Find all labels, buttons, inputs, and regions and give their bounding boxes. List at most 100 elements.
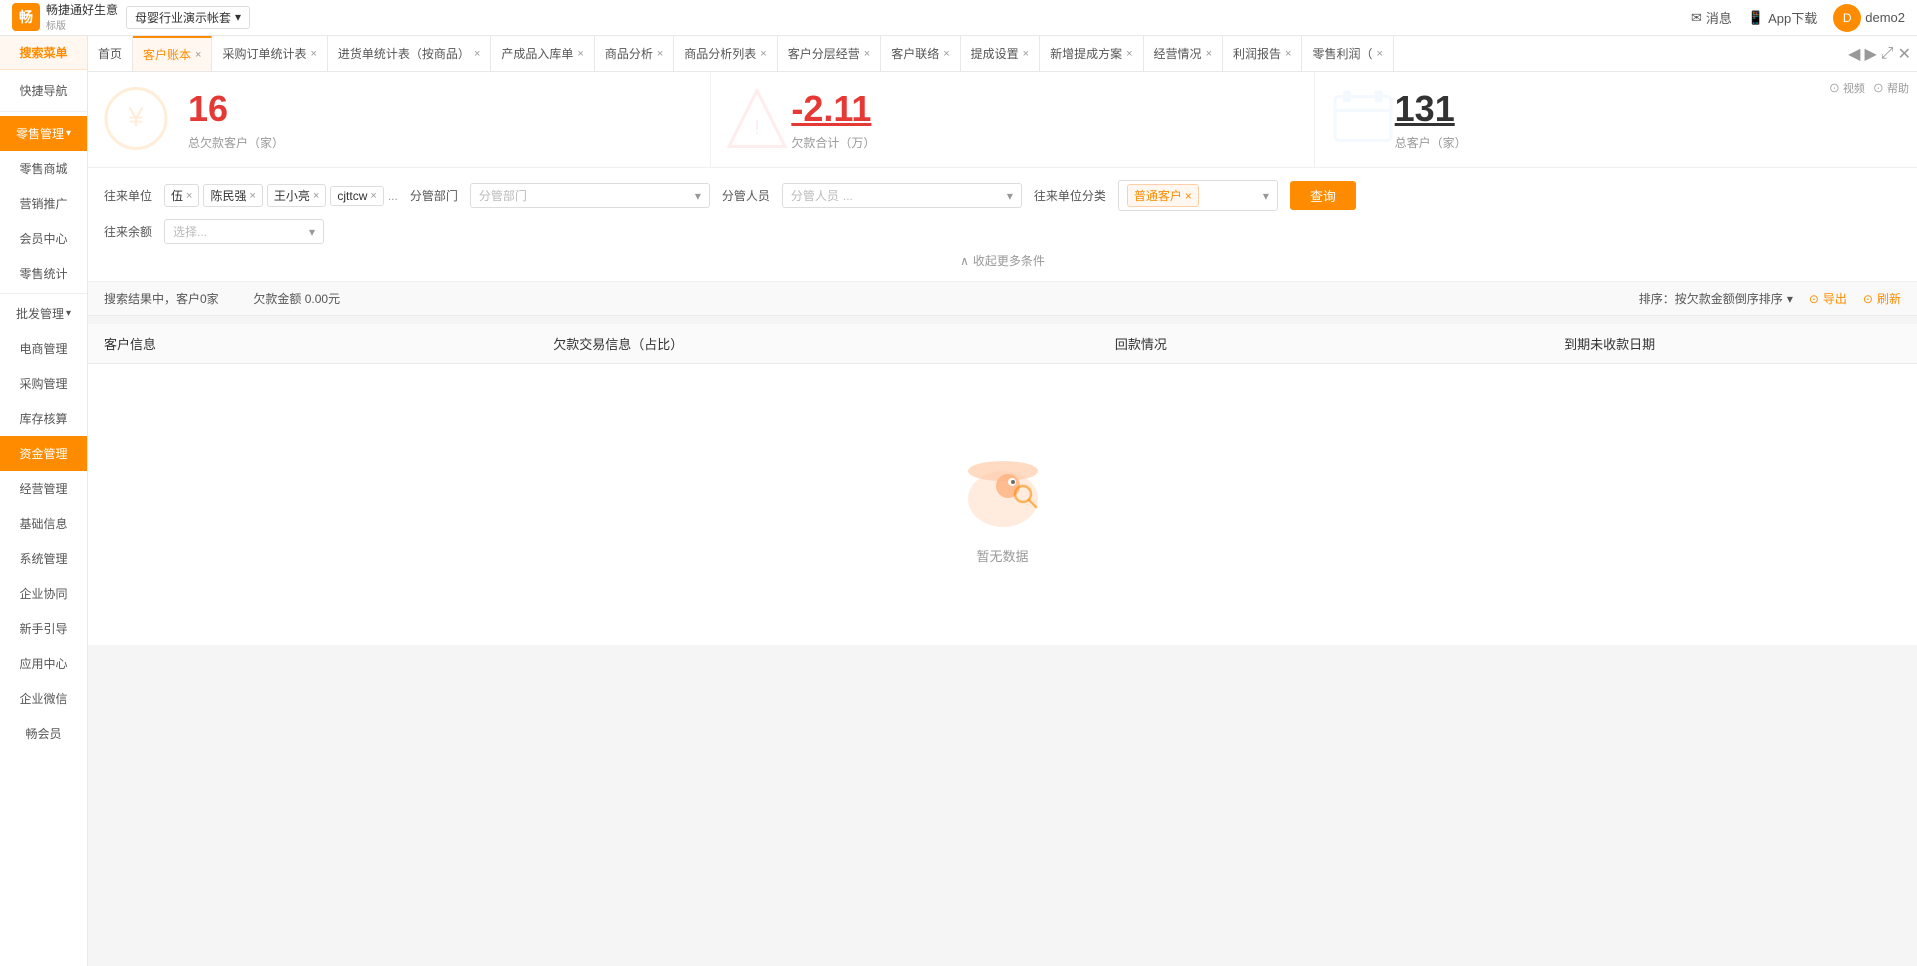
tab-goods-analysis-list[interactable]: 商品分析列表 × bbox=[674, 36, 777, 72]
tab-operation[interactable]: 经营情况 × bbox=[1144, 36, 1223, 72]
filter-more-btn[interactable]: ... bbox=[388, 189, 398, 203]
close-icon[interactable]: × bbox=[657, 48, 663, 60]
dept-placeholder: 分管部门 bbox=[479, 187, 527, 204]
close-icon[interactable]: × bbox=[1376, 48, 1382, 60]
col-overdue-date: 到期未收款日期 bbox=[1564, 334, 1901, 353]
sidebar-item-retail-mgmt[interactable]: 零售管理 ▾ bbox=[0, 116, 87, 151]
sidebar-item-label: 企业协同 bbox=[19, 585, 67, 602]
tab-customer-tier[interactable]: 客户分层经营 × bbox=[778, 36, 881, 72]
sidebar-item-app-center[interactable]: 应用中心 bbox=[0, 646, 87, 681]
person-more: ... bbox=[843, 189, 853, 203]
unit-filter-label: 往来单位 bbox=[104, 187, 152, 204]
close-icon[interactable]: × bbox=[943, 48, 949, 60]
tab-close-all-icon[interactable]: ✕ bbox=[1898, 44, 1911, 64]
filter-tag-label: cjttcw bbox=[337, 189, 367, 203]
close-icon[interactable]: × bbox=[864, 48, 870, 60]
person-placeholder: 分管人员 bbox=[791, 187, 839, 204]
close-icon[interactable]: × bbox=[1206, 48, 1212, 60]
sidebar-item-wholesale[interactable]: 批发管理 ▾ bbox=[0, 296, 87, 331]
tab-purchase-order[interactable]: 采购订单统计表 × bbox=[212, 36, 327, 72]
close-icon[interactable]: × bbox=[577, 48, 583, 60]
person-select[interactable]: 分管人员 ... ▾ bbox=[782, 183, 1022, 208]
sidebar-item-retail-stat[interactable]: 零售统计 bbox=[0, 256, 87, 291]
messages-button[interactable]: ✉ 消息 bbox=[1691, 8, 1732, 27]
close-icon[interactable]: × bbox=[1126, 48, 1132, 60]
svg-text:!: ! bbox=[755, 117, 761, 139]
export-label: 导出 bbox=[1823, 290, 1847, 307]
sidebar-item-newbie[interactable]: 新手引导 bbox=[0, 611, 87, 646]
export-button[interactable]: ⊙ 导出 bbox=[1809, 290, 1847, 307]
sort-select[interactable]: 排序：按欠款金额倒序排序 ▾ bbox=[1639, 290, 1793, 307]
filter-tag-close-icon[interactable]: × bbox=[186, 190, 192, 202]
filter-area: 往来单位 伍 × 陈民强 × 王小亮 × bbox=[88, 168, 1917, 282]
tab-profit[interactable]: 利润报告 × bbox=[1223, 36, 1302, 72]
store-selector[interactable]: 母婴行业演示帐套 ▾ bbox=[126, 6, 250, 29]
refresh-button[interactable]: ⊙ 刷新 bbox=[1863, 290, 1901, 307]
video-help-button[interactable]: ⊙ 视频 bbox=[1829, 80, 1865, 96]
sidebar-item-marketing[interactable]: 营销推广 bbox=[0, 186, 87, 221]
sidebar-item-member[interactable]: 会员中心 bbox=[0, 221, 87, 256]
close-icon[interactable]: × bbox=[1285, 48, 1291, 60]
app-download-button[interactable]: 📱 App下载 bbox=[1748, 8, 1817, 27]
sidebar-item-retail-mall[interactable]: 零售商城 bbox=[0, 151, 87, 186]
tab-expand-icon[interactable]: ⤢ bbox=[1881, 45, 1894, 63]
table-header: 客户信息 欠款交易信息（占比） 回款情况 到期未收款日期 bbox=[88, 324, 1917, 364]
close-icon[interactable]: × bbox=[195, 49, 201, 61]
sidebar-item-ecommerce[interactable]: 电商管理 bbox=[0, 331, 87, 366]
close-icon[interactable]: × bbox=[760, 48, 766, 60]
tab-raise-setting[interactable]: 提成设置 × bbox=[961, 36, 1040, 72]
collapse-btn[interactable]: ∧ 收起更多条件 bbox=[104, 252, 1901, 269]
sidebar-item-label: 采购管理 bbox=[19, 375, 67, 392]
filter-tag-close-icon[interactable]: × bbox=[313, 190, 319, 202]
tab-customer-contact[interactable]: 客户联络 × bbox=[881, 36, 960, 72]
sidebar-item-finance[interactable]: 资金管理 bbox=[0, 436, 87, 471]
sidebar-item-system[interactable]: 系统管理 bbox=[0, 541, 87, 576]
tab-retail-profit[interactable]: 零售利润（ × bbox=[1302, 36, 1393, 72]
sidebar-item-label: 零售统计 bbox=[19, 265, 67, 282]
filter-tag-1: 伍 × bbox=[164, 184, 199, 207]
sidebar-item-operation[interactable]: 经营管理 bbox=[0, 471, 87, 506]
dept-filter-label: 分管部门 bbox=[410, 187, 458, 204]
tab-new-raise-plan[interactable]: 新增提成方案 × bbox=[1040, 36, 1143, 72]
close-icon[interactable]: × bbox=[310, 48, 316, 60]
debt-amount-label: 欠款合计（万） bbox=[791, 134, 1289, 151]
chevron-down-icon: ▾ bbox=[695, 189, 701, 203]
close-icon[interactable]: × bbox=[1023, 48, 1029, 60]
main-layout: 搜索菜单 快捷导航 零售管理 ▾ 零售商城 营销推广 会员中心 零售统计 bbox=[0, 36, 1917, 966]
sidebar-items: 零售管理 ▾ 零售商城 营销推广 会员中心 零售统计 批发管理 ▾ 电商管理 bbox=[0, 112, 87, 755]
query-button[interactable]: 查询 bbox=[1290, 181, 1356, 210]
balance-input[interactable]: 选择... ▾ bbox=[164, 219, 324, 244]
sidebar-item-label: 营销推广 bbox=[19, 195, 67, 212]
tab-cost-in[interactable]: 产成品入库单 × bbox=[491, 36, 594, 72]
sidebar-item-vip[interactable]: 畅会员 bbox=[0, 716, 87, 751]
tab-prev-icon[interactable]: ◀ bbox=[1848, 44, 1860, 64]
search-menu-label[interactable]: 搜索菜单 bbox=[6, 44, 81, 61]
user-menu[interactable]: D demo2 bbox=[1833, 4, 1905, 32]
tab-home[interactable]: 首页 bbox=[88, 36, 133, 72]
dept-select[interactable]: 分管部门 ▾ bbox=[470, 183, 710, 208]
sidebar-item-enterprise[interactable]: 企业协同 bbox=[0, 576, 87, 611]
tab-goods-analysis[interactable]: 商品分析 × bbox=[595, 36, 674, 72]
sidebar-search[interactable]: 搜索菜单 bbox=[0, 36, 87, 70]
filter-tag-close-icon[interactable]: × bbox=[370, 190, 376, 202]
close-icon[interactable]: × bbox=[474, 48, 480, 60]
sidebar-item-quick-nav[interactable]: 快捷导航 bbox=[0, 74, 87, 107]
sidebar-item-enterprise-wechat[interactable]: 企业微信 bbox=[0, 681, 87, 716]
sidebar-item-label: 零售管理 bbox=[16, 125, 64, 142]
tab-next-icon[interactable]: ▶ bbox=[1864, 44, 1876, 64]
category-tag-close-icon[interactable]: × bbox=[1185, 189, 1192, 203]
filter-row-1: 往来单位 伍 × 陈民强 × 王小亮 × bbox=[104, 180, 1901, 211]
sidebar-quick-nav[interactable]: 快捷导航 bbox=[0, 70, 87, 112]
tab-label: 零售利润（ bbox=[1312, 45, 1372, 62]
help-button[interactable]: ⊙ 帮助 bbox=[1873, 80, 1909, 96]
sidebar-item-inventory[interactable]: 库存核算 bbox=[0, 401, 87, 436]
filter-tag-close-icon[interactable]: × bbox=[249, 190, 255, 202]
category-select[interactable]: 普通客户 × ▾ bbox=[1118, 180, 1278, 211]
chevron-down-icon: ▾ bbox=[66, 128, 71, 139]
tab-customer-account[interactable]: 客户账本 × bbox=[133, 36, 212, 72]
debt-customers-label: 总欠款客户（家） bbox=[188, 134, 686, 151]
tab-purchase-stat[interactable]: 进货单统计表（按商品） × bbox=[328, 36, 491, 72]
table-container: 客户信息 欠款交易信息（占比） 回款情况 到期未收款日期 bbox=[88, 324, 1917, 645]
sidebar-item-purchase[interactable]: 采购管理 bbox=[0, 366, 87, 401]
sidebar-item-basic-info[interactable]: 基础信息 bbox=[0, 506, 87, 541]
